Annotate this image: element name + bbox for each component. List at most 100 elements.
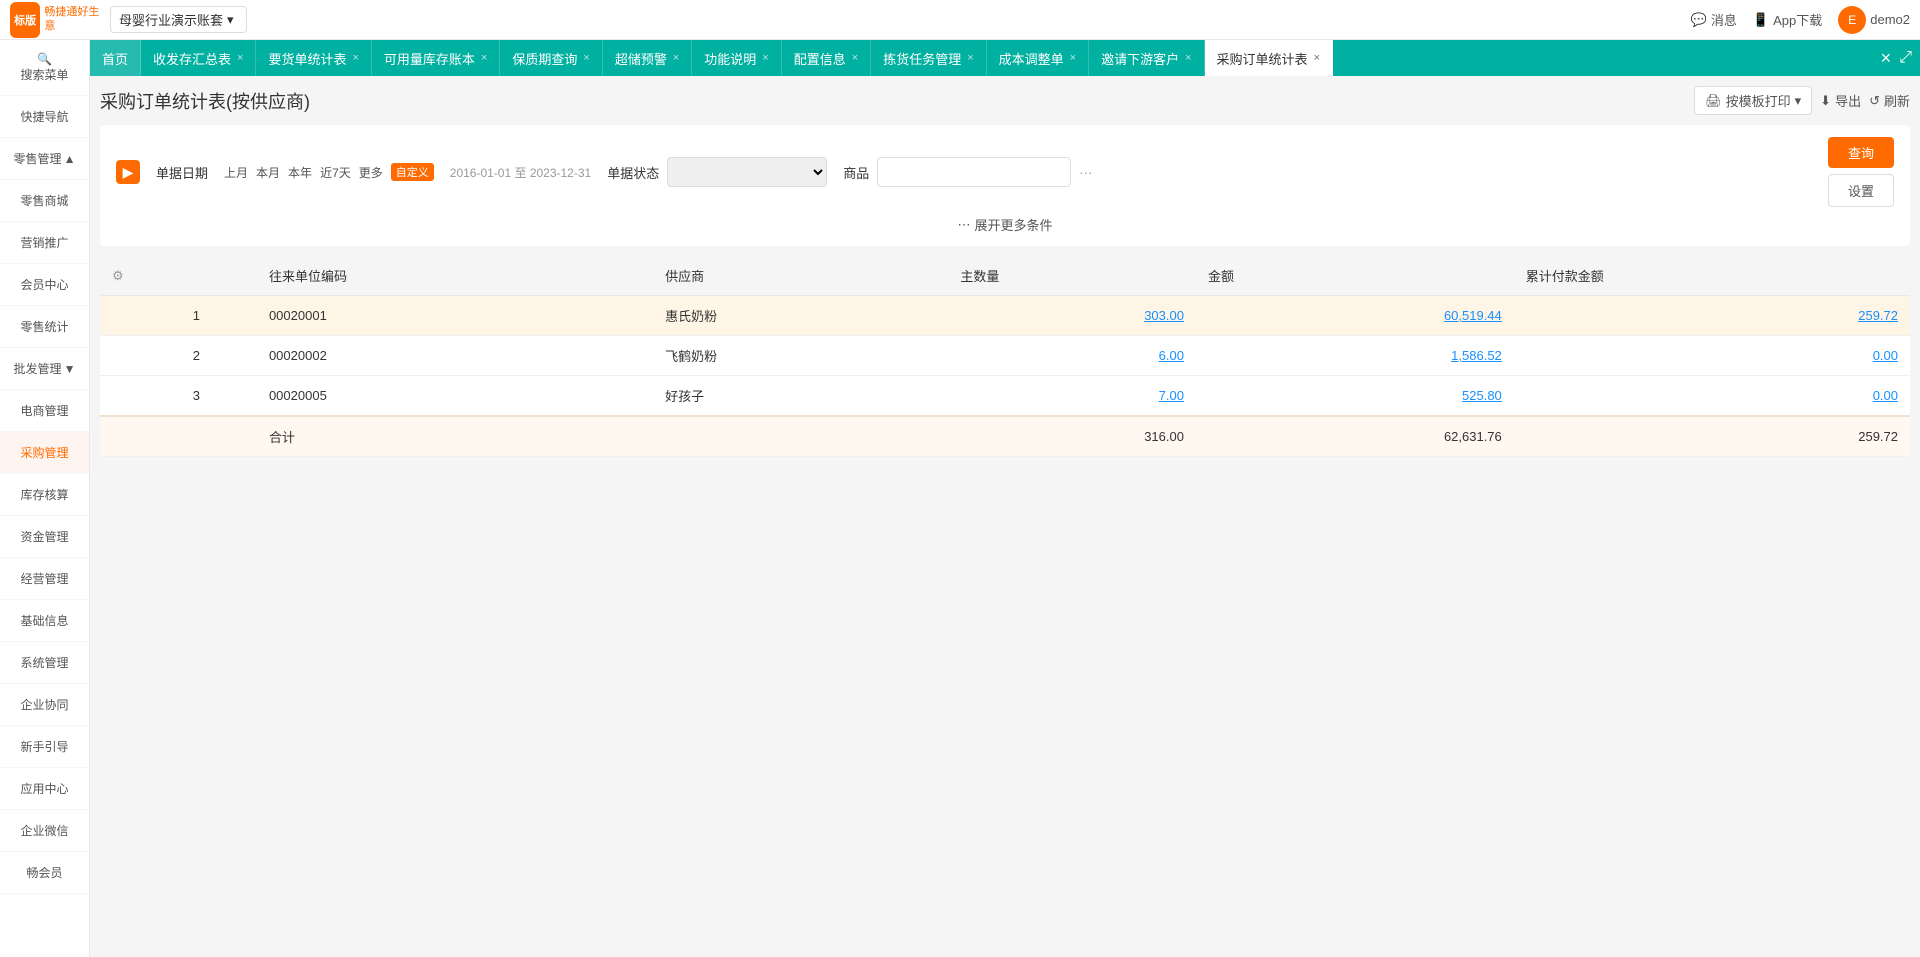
table-row: 3 00020005 好孩子 7.00 525.80 0.00 xyxy=(100,376,1910,417)
row-amount[interactable]: 60,519.44 xyxy=(1196,296,1514,336)
message-btn[interactable]: 💬 消息 xyxy=(1691,10,1737,29)
refresh-btn[interactable]: ↺ 刷新 xyxy=(1869,91,1910,110)
footer-amount: 62,631.76 xyxy=(1196,416,1514,457)
sidebar: 🔍 搜索菜单 快捷导航 零售管理 ▲ 零售商城 营销推广 会员中心 零售统计 xyxy=(0,40,90,957)
sidebar-item-capital[interactable]: 资金管理 xyxy=(0,516,89,558)
sidebar-item-retail-mall[interactable]: 零售商城 xyxy=(0,180,89,222)
tab-close-icon[interactable]: × xyxy=(237,52,243,64)
app-download-label: App下载 xyxy=(1773,10,1822,29)
row-paid[interactable]: 0.00 xyxy=(1514,376,1910,417)
print-btn[interactable]: 🖨 按模板打印 ▾ xyxy=(1694,86,1812,115)
sidebar-item-label: 应用中心 xyxy=(6,780,83,797)
tab-home[interactable]: 首页 xyxy=(90,40,141,76)
tab-label: 邀请下游客户 xyxy=(1101,49,1179,68)
column-settings-icon[interactable]: ⚙ xyxy=(112,268,124,283)
tab-close-icon[interactable]: × xyxy=(852,52,858,64)
sidebar-item-label: 零售管理 xyxy=(14,150,62,167)
tab-available-inventory[interactable]: 可用量库存账本 × xyxy=(372,40,500,76)
maximize-btn[interactable]: ⤢ xyxy=(1899,49,1912,67)
tab-close-icon[interactable]: × xyxy=(673,52,679,64)
query-actions: 查询 设置 xyxy=(1828,137,1894,207)
sidebar-item-members[interactable]: 会员中心 xyxy=(0,264,89,306)
sidebar-item-enterprise[interactable]: 企业协同 xyxy=(0,684,89,726)
sidebar-item-operations[interactable]: 经营管理 xyxy=(0,558,89,600)
tab-close-icon[interactable]: × xyxy=(762,52,768,64)
sidebar-item-wholesale[interactable]: 批发管理 ▼ xyxy=(0,348,89,390)
sidebar-item-ecommerce[interactable]: 电商管理 xyxy=(0,390,89,432)
tab-label: 可用量库存账本 xyxy=(384,49,475,68)
date-shortcut-7days[interactable]: 近7天 xyxy=(320,164,351,181)
app-download-btn[interactable]: 📱 App下载 xyxy=(1753,10,1822,29)
sidebar-item-system[interactable]: 系统管理 xyxy=(0,642,89,684)
row-settings-cell xyxy=(100,296,136,336)
row-supplier: 惠氏奶粉 xyxy=(653,296,948,336)
table-area: ⚙ 往来单位编码 供应商 主数量 金额 累计付款金额 xyxy=(100,256,1910,457)
data-table: ⚙ 往来单位编码 供应商 主数量 金额 累计付款金额 xyxy=(100,256,1910,457)
row-quantity[interactable]: 6.00 xyxy=(948,336,1196,376)
sidebar-item-purchase[interactable]: 采购管理 xyxy=(0,432,89,474)
tab-picking-task[interactable]: 拣货任务管理 × xyxy=(871,40,986,76)
tab-close-icon[interactable]: × xyxy=(352,52,358,64)
status-select[interactable] xyxy=(667,157,827,187)
table-header-row: ⚙ 往来单位编码 供应商 主数量 金额 累计付款金额 xyxy=(100,256,1910,296)
sidebar-item-label: 系统管理 xyxy=(6,654,83,671)
date-shortcuts: 上月 本月 本年 近7天 更多 自定义 xyxy=(224,163,434,181)
tab-function-desc[interactable]: 功能说明 × xyxy=(692,40,781,76)
settings-btn[interactable]: 设置 xyxy=(1828,174,1894,207)
sidebar-item-vip[interactable]: 畅会员 xyxy=(0,852,89,894)
tab-purchase-stats[interactable]: 要货单统计表 × xyxy=(256,40,371,76)
sidebar-item-quicknav[interactable]: 快捷导航 xyxy=(0,96,89,138)
tab-close-icon[interactable]: × xyxy=(1314,52,1320,64)
logo-text: 畅捷通好生意 xyxy=(44,6,100,32)
tab-cost-adjust[interactable]: 成本调整单 × xyxy=(987,40,1089,76)
tab-close-icon[interactable]: × xyxy=(583,52,589,64)
goods-input[interactable] xyxy=(877,157,1071,187)
row-quantity[interactable]: 303.00 xyxy=(948,296,1196,336)
sidebar-item-app-center[interactable]: 应用中心 xyxy=(0,768,89,810)
table-footer-row: 合计 316.00 62,631.76 259.72 xyxy=(100,416,1910,457)
tab-close-icon[interactable]: × xyxy=(481,52,487,64)
expand-more-btn[interactable]: ⋯ 展开更多条件 xyxy=(957,215,1052,234)
date-shortcut-this-month[interactable]: 本月 xyxy=(256,164,280,181)
sidebar-item-wechat[interactable]: 企业微信 xyxy=(0,810,89,852)
export-btn[interactable]: ⬇ 导出 xyxy=(1820,91,1861,110)
filter-area: ▶ 单据日期 上月 本月 本年 近7天 更多 自定义 2016-01-01 至 … xyxy=(100,125,1910,246)
goods-filter: 商品 ··· xyxy=(843,157,1092,187)
row-paid[interactable]: 259.72 xyxy=(1514,296,1910,336)
sidebar-item-basic-info[interactable]: 基础信息 xyxy=(0,600,89,642)
tab-invite-downstream[interactable]: 邀请下游客户 × xyxy=(1089,40,1204,76)
sidebar-item-retail[interactable]: 零售管理 ▲ xyxy=(0,138,89,180)
row-index: 3 xyxy=(136,376,257,417)
tab-overstock-warning[interactable]: 超储预警 × xyxy=(603,40,692,76)
date-shortcut-this-year[interactable]: 本年 xyxy=(288,164,312,181)
sidebar-item-label: 快捷导航 xyxy=(6,108,83,125)
date-shortcut-last-month[interactable]: 上月 xyxy=(224,164,248,181)
sidebar-item-retail-stats[interactable]: 零售统计 xyxy=(0,306,89,348)
sidebar-item-label: 企业微信 xyxy=(6,822,83,839)
custom-date-tag[interactable]: 自定义 xyxy=(391,163,434,181)
goods-more-icon[interactable]: ··· xyxy=(1079,165,1092,180)
sidebar-item-inventory[interactable]: 库存核算 xyxy=(0,474,89,516)
sidebar-item-search[interactable]: 🔍 搜索菜单 xyxy=(0,40,89,96)
tab-close-icon[interactable]: × xyxy=(967,52,973,64)
tab-expiry-query[interactable]: 保质期查询 × xyxy=(500,40,602,76)
sidebar-item-newbie[interactable]: 新手引导 xyxy=(0,726,89,768)
tab-receive-summary[interactable]: 收发存汇总表 × xyxy=(141,40,256,76)
filter-toggle-btn[interactable]: ▶ xyxy=(116,160,140,184)
row-amount[interactable]: 1,586.52 xyxy=(1196,336,1514,376)
row-quantity[interactable]: 7.00 xyxy=(948,376,1196,417)
row-index: 1 xyxy=(136,296,257,336)
tab-config-info[interactable]: 配置信息 × xyxy=(782,40,871,76)
row-amount[interactable]: 525.80 xyxy=(1196,376,1514,417)
tab-close-icon[interactable]: × xyxy=(1070,52,1076,64)
row-paid[interactable]: 0.00 xyxy=(1514,336,1910,376)
tab-close-icon[interactable]: × xyxy=(1185,52,1191,64)
tab-purchase-order-stats[interactable]: 采购订单统计表 × xyxy=(1205,40,1333,76)
query-btn[interactable]: 查询 xyxy=(1828,137,1894,168)
page-area: 采购订单统计表(按供应商) 🖨 按模板打印 ▾ ⬇ 导出 ↺ xyxy=(90,76,1920,957)
user-profile[interactable]: E demo2 xyxy=(1838,6,1910,34)
date-shortcut-more[interactable]: 更多 xyxy=(359,164,383,181)
sidebar-item-marketing[interactable]: 营销推广 xyxy=(0,222,89,264)
close-all-tabs-btn[interactable]: × xyxy=(1881,48,1892,69)
workspace-selector[interactable]: 母婴行业演示账套 ▾ xyxy=(110,6,247,33)
